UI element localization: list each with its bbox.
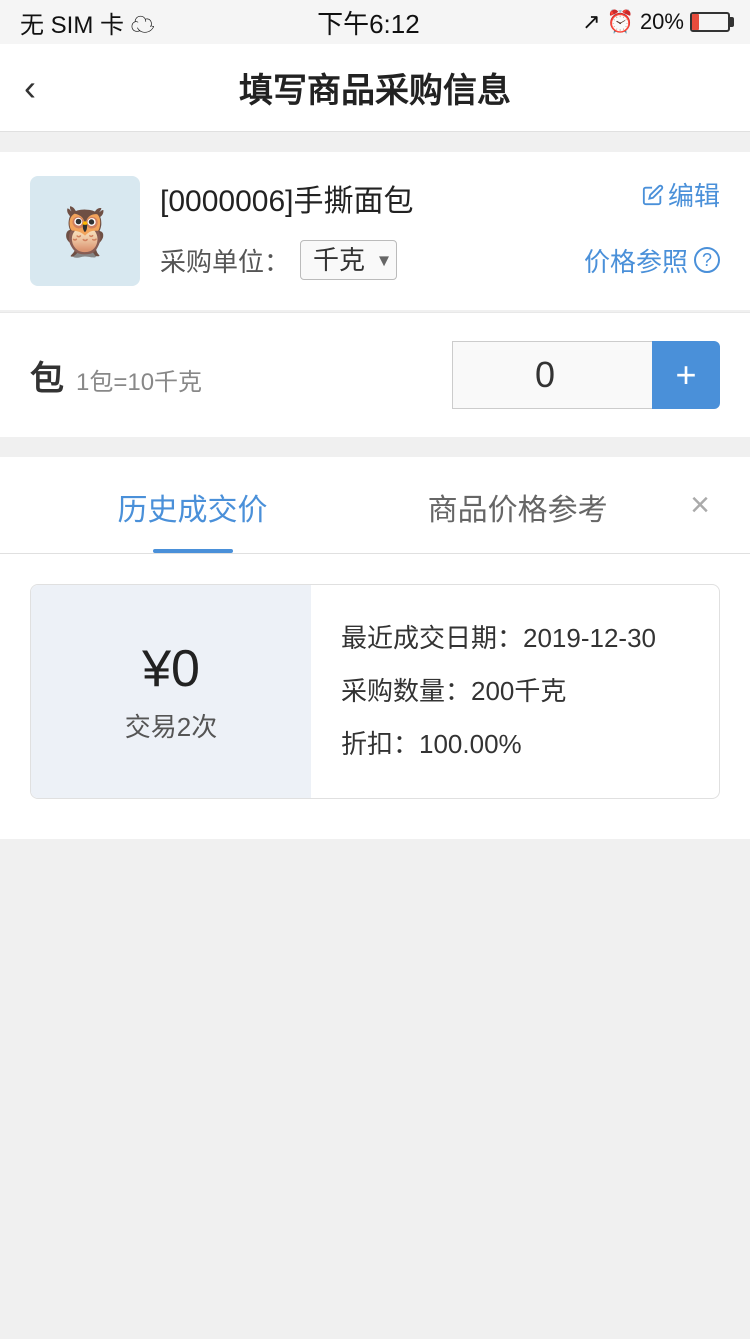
price-main: ¥0 bbox=[142, 639, 200, 699]
help-icon: ? bbox=[694, 247, 720, 273]
status-time: 下午6:12 bbox=[317, 4, 420, 41]
product-thumbnail: 🦉 bbox=[30, 176, 140, 286]
qty-conversion: 1包=10千克 bbox=[76, 362, 202, 397]
product-header-row: [0000006]手撕面包 编辑 bbox=[160, 176, 720, 220]
battery-icon bbox=[690, 12, 730, 32]
product-info: [0000006]手撕面包 编辑 采购单位： 千克 包 bbox=[160, 176, 720, 280]
sim-signal: 无 SIM 卡 ☁ bbox=[20, 5, 155, 40]
tab-history-price[interactable]: 历史成交价 bbox=[30, 457, 355, 553]
product-thumb-icon: 🦉 bbox=[55, 203, 115, 260]
status-left: 无 SIM 卡 ☁ bbox=[20, 5, 155, 40]
battery-percent: 20% bbox=[640, 9, 684, 35]
product-name: [0000006]手撕面包 bbox=[160, 176, 413, 220]
edit-button[interactable]: 编辑 bbox=[642, 176, 720, 213]
page-footer bbox=[0, 839, 750, 1339]
tab-section: 历史成交价 商品价格参考 × ¥0 交易2次 最近成交日期：2019-12-30… bbox=[0, 457, 750, 839]
location-icon: ↗ bbox=[582, 9, 600, 35]
tab-product-price-ref[interactable]: 商品价格参考 bbox=[355, 457, 680, 553]
status-bar: 无 SIM 卡 ☁ 下午6:12 ↗ ⏰ 20% bbox=[0, 0, 750, 44]
price-detail-quantity: 采购数量：200千克 bbox=[341, 672, 689, 711]
qty-input-group: + bbox=[452, 341, 720, 409]
unit-select[interactable]: 千克 包 bbox=[300, 240, 397, 280]
alarm-icon: ⏰ bbox=[607, 9, 634, 35]
price-detail-discount: 折扣：100.00% bbox=[341, 725, 689, 764]
unit-label: 采购单位： 千克 包 bbox=[160, 240, 397, 280]
edit-icon bbox=[642, 184, 664, 206]
page-title: 填写商品采购信息 bbox=[239, 63, 511, 112]
price-card-right: 最近成交日期：2019-12-30 采购数量：200千克 折扣：100.00% bbox=[311, 585, 719, 798]
price-detail-recent-date: 最近成交日期：2019-12-30 bbox=[341, 619, 689, 658]
tab-content: ¥0 交易2次 最近成交日期：2019-12-30 采购数量：200千克 折扣：… bbox=[0, 554, 750, 839]
price-ref-button[interactable]: 价格参照 ? bbox=[584, 242, 720, 279]
unit-select-wrap[interactable]: 千克 包 bbox=[300, 240, 397, 280]
tab-header: 历史成交价 商品价格参考 × bbox=[0, 457, 750, 554]
unit-row: 采购单位： 千克 包 价格参照 ? bbox=[160, 240, 720, 280]
price-card-left: ¥0 交易2次 bbox=[31, 585, 311, 798]
tab-close-button[interactable]: × bbox=[680, 478, 720, 532]
qty-plus-button[interactable]: + bbox=[652, 341, 720, 409]
nav-bar: ‹ 填写商品采购信息 bbox=[0, 44, 750, 132]
qty-input[interactable] bbox=[452, 341, 652, 409]
status-right: ↗ ⏰ 20% bbox=[582, 9, 730, 35]
price-card: ¥0 交易2次 最近成交日期：2019-12-30 采购数量：200千克 折扣：… bbox=[30, 584, 720, 799]
qty-label-block: 包 1包=10千克 bbox=[30, 351, 202, 400]
qty-unit-big: 包 bbox=[30, 351, 64, 400]
price-sub: 交易2次 bbox=[125, 707, 217, 744]
product-card: 🦉 [0000006]手撕面包 编辑 采购单位： 千克 包 bbox=[0, 152, 750, 310]
quantity-section: 包 1包=10千克 + bbox=[0, 312, 750, 437]
back-button[interactable]: ‹ bbox=[24, 67, 36, 109]
